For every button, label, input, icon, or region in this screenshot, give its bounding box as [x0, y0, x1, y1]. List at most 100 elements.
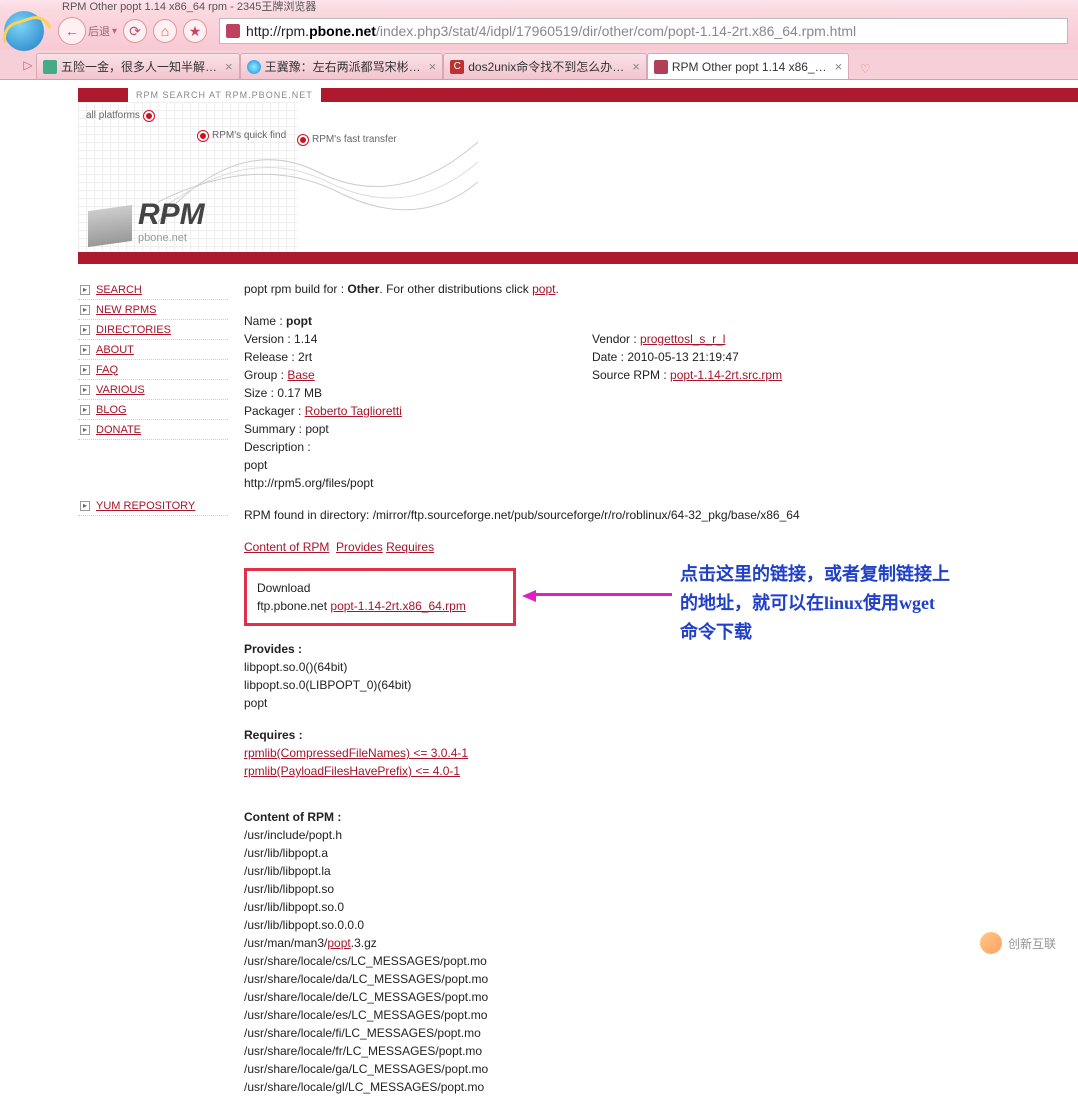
sidebar-item-newrpms[interactable]: ▸NEW RPMS [78, 300, 228, 320]
cn-annotation: 点击这里的链接，或者复制链接上的地址，就可以在linux使用wget命令下载 [680, 560, 950, 646]
bullet-icon: ▸ [80, 405, 90, 415]
tab-strip: ▷ 五险一金，很多人一知半解… × 王冀豫：左右两派都骂宋彬… × C dos2… [0, 50, 1078, 80]
sidebar-item-various[interactable]: ▸VARIOUS [78, 380, 228, 400]
dot-fasttransfer[interactable]: RPM's fast transfer [298, 134, 397, 145]
tab-handle-icon[interactable]: ▷ [20, 51, 36, 79]
sidebar-item-donate[interactable]: ▸DONATE [78, 420, 228, 440]
tab-2-close-icon[interactable]: × [632, 59, 640, 74]
tab-1-label: 王冀豫：左右两派都骂宋彬… [265, 58, 421, 75]
browser-titlebar: RPM Other popt 1.14 x86_64 rpm - 2345王牌浏… [0, 0, 1078, 12]
info-block: Name : popt Version : 1.14 Vendor : prog… [244, 312, 1062, 492]
requires-section: Requires : rpmlib(CompressedFileNames) <… [244, 726, 1062, 780]
top-banner: RPM SEARCH AT RPM.PBONE.NET [78, 88, 1078, 102]
tab-2[interactable]: C dos2unix命令找不到怎么办… × [443, 53, 647, 79]
browser-toolbar: ← 后退 ▾ ⟳ ⌂ ★ http://rpm.pbone.net/index.… [0, 12, 1078, 50]
download-link[interactable]: popt-1.14-2rt.x86_64.rpm [330, 599, 465, 613]
intro-line: popt rpm build for : Other. For other di… [244, 280, 1062, 298]
bullet-icon: ▸ [80, 325, 90, 335]
popt-link[interactable]: popt [532, 282, 555, 296]
back-button[interactable]: ← [58, 17, 86, 45]
download-box: Download ftp.pbone.net popt-1.14-2rt.x86… [244, 568, 516, 626]
desc1: popt [244, 456, 1062, 474]
contentrpm-section: Content of RPM : /usr/include/popt.h /us… [244, 808, 1062, 1096]
tab-0-label: 五险一金，很多人一知半解… [61, 58, 217, 75]
sidebar-item-faq[interactable]: ▸FAQ [78, 360, 228, 380]
version: Version : 1.14 [244, 330, 592, 348]
refresh-button[interactable]: ⟳ [123, 19, 147, 43]
annotation-wrap: Download ftp.pbone.net popt-1.14-2rt.x86… [244, 568, 1062, 626]
vendor-link[interactable]: progettosl_s_r_l [640, 332, 725, 346]
group-link[interactable]: Base [287, 368, 314, 382]
tab-1[interactable]: 王冀豫：左右两派都骂宋彬… × [240, 53, 444, 79]
page-body: RPM SEARCH AT RPM.PBONE.NET all platform… [0, 88, 1078, 1096]
link-requires[interactable]: Requires [386, 540, 434, 554]
require-link-1[interactable]: rpmlib(PayloadFilesHavePrefix) <= 4.0-1 [244, 764, 460, 778]
tab-1-icon [247, 60, 261, 74]
back-label: 后退 [88, 23, 110, 39]
tab-2-label: dos2unix命令找不到怎么办… [468, 58, 624, 75]
watermark: 创新互联 [970, 928, 1066, 958]
home-button[interactable]: ⌂ [153, 19, 177, 43]
download-label: Download [257, 579, 503, 597]
watermark-text: 创新互联 [1008, 935, 1056, 952]
heart-icon[interactable]: ♡ [855, 59, 875, 79]
divider-red [78, 252, 1078, 264]
tab-3[interactable]: RPM Other popt 1.14 x86_… × [647, 53, 849, 79]
rpm-logo-sub: pbone.net [138, 232, 205, 244]
tab-3-icon [654, 60, 668, 74]
packager-link[interactable]: Roberto Taglioretti [305, 404, 402, 418]
release: Release : 2rt [244, 348, 592, 366]
man-link[interactable]: popt [327, 936, 350, 950]
tab-3-close-icon[interactable]: × [835, 59, 843, 74]
tab-0-icon [43, 60, 57, 74]
site-icon [226, 24, 240, 38]
tab-0-close-icon[interactable]: × [225, 59, 233, 74]
window-title: RPM Other popt 1.14 x86_64 rpm - 2345王牌浏… [62, 0, 316, 14]
sidebar-item-about[interactable]: ▸ABOUT [78, 340, 228, 360]
summary: Summary : popt [244, 420, 1062, 438]
bullet-icon: ▸ [80, 385, 90, 395]
browser-logo-icon [4, 11, 44, 51]
content-area: popt rpm build for : Other. For other di… [228, 280, 1078, 1096]
desc2: http://rpm5.org/files/popt [244, 474, 1062, 492]
sidebar-item-blog[interactable]: ▸BLOG [78, 400, 228, 420]
link-provides[interactable]: Provides [336, 540, 383, 554]
link-content[interactable]: Content of RPM [244, 540, 329, 554]
bullet-icon: ▸ [80, 501, 90, 511]
sidebar-item-search[interactable]: ▸SEARCH [78, 280, 228, 300]
red-accent [78, 88, 128, 102]
srcrpm-link[interactable]: popt-1.14-2rt.src.rpm [670, 368, 782, 382]
red-bar [321, 88, 1078, 102]
sidebar-item-yum[interactable]: ▸YUM REPOSITORY [78, 496, 228, 516]
favorite-button[interactable]: ★ [183, 19, 207, 43]
arrow-icon [522, 588, 672, 596]
header-area: all platforms RPM's quick find RPM's fas… [78, 102, 1078, 252]
tab-1-close-icon[interactable]: × [429, 59, 437, 74]
watermark-icon [980, 932, 1002, 954]
dot-quickfind[interactable]: RPM's quick find [198, 130, 286, 141]
banner-label: RPM SEARCH AT RPM.PBONE.NET [128, 88, 321, 102]
url-text: http://rpm.pbone.net/index.php3/stat/4/i… [246, 23, 856, 39]
provides-section: Provides : libpopt.so.0()(64bit) libpopt… [244, 640, 1062, 712]
sidebar: ▸SEARCH ▸NEW RPMS ▸DIRECTORIES ▸ABOUT ▸F… [78, 280, 228, 1096]
tab-3-label: RPM Other popt 1.14 x86_… [672, 60, 827, 74]
bullet-icon: ▸ [80, 425, 90, 435]
url-bar[interactable]: http://rpm.pbone.net/index.php3/stat/4/i… [219, 18, 1068, 44]
rpm-logo: RPM pbone.net [88, 198, 205, 244]
found-line: RPM found in directory: /mirror/ftp.sour… [244, 506, 1062, 524]
bullet-icon: ▸ [80, 285, 90, 295]
date: Date : 2010-05-13 21:19:47 [592, 348, 1062, 366]
sidebar-item-directories[interactable]: ▸DIRECTORIES [78, 320, 228, 340]
rpm-box-icon [88, 205, 132, 247]
bullet-icon: ▸ [80, 305, 90, 315]
tab-0[interactable]: 五险一金，很多人一知半解… × [36, 53, 240, 79]
rpm-logo-text: RPM [138, 198, 205, 232]
jump-links: Content of RPM Provides Requires [244, 538, 1062, 556]
bullet-icon: ▸ [80, 345, 90, 355]
require-link-0[interactable]: rpmlib(CompressedFileNames) <= 3.0.4-1 [244, 746, 468, 760]
size: Size : 0.17 MB [244, 384, 1062, 402]
bullet-icon: ▸ [80, 365, 90, 375]
description-label: Description : [244, 438, 1062, 456]
tab-2-icon: C [450, 60, 464, 74]
dot-allplatforms[interactable]: all platforms [86, 110, 154, 121]
